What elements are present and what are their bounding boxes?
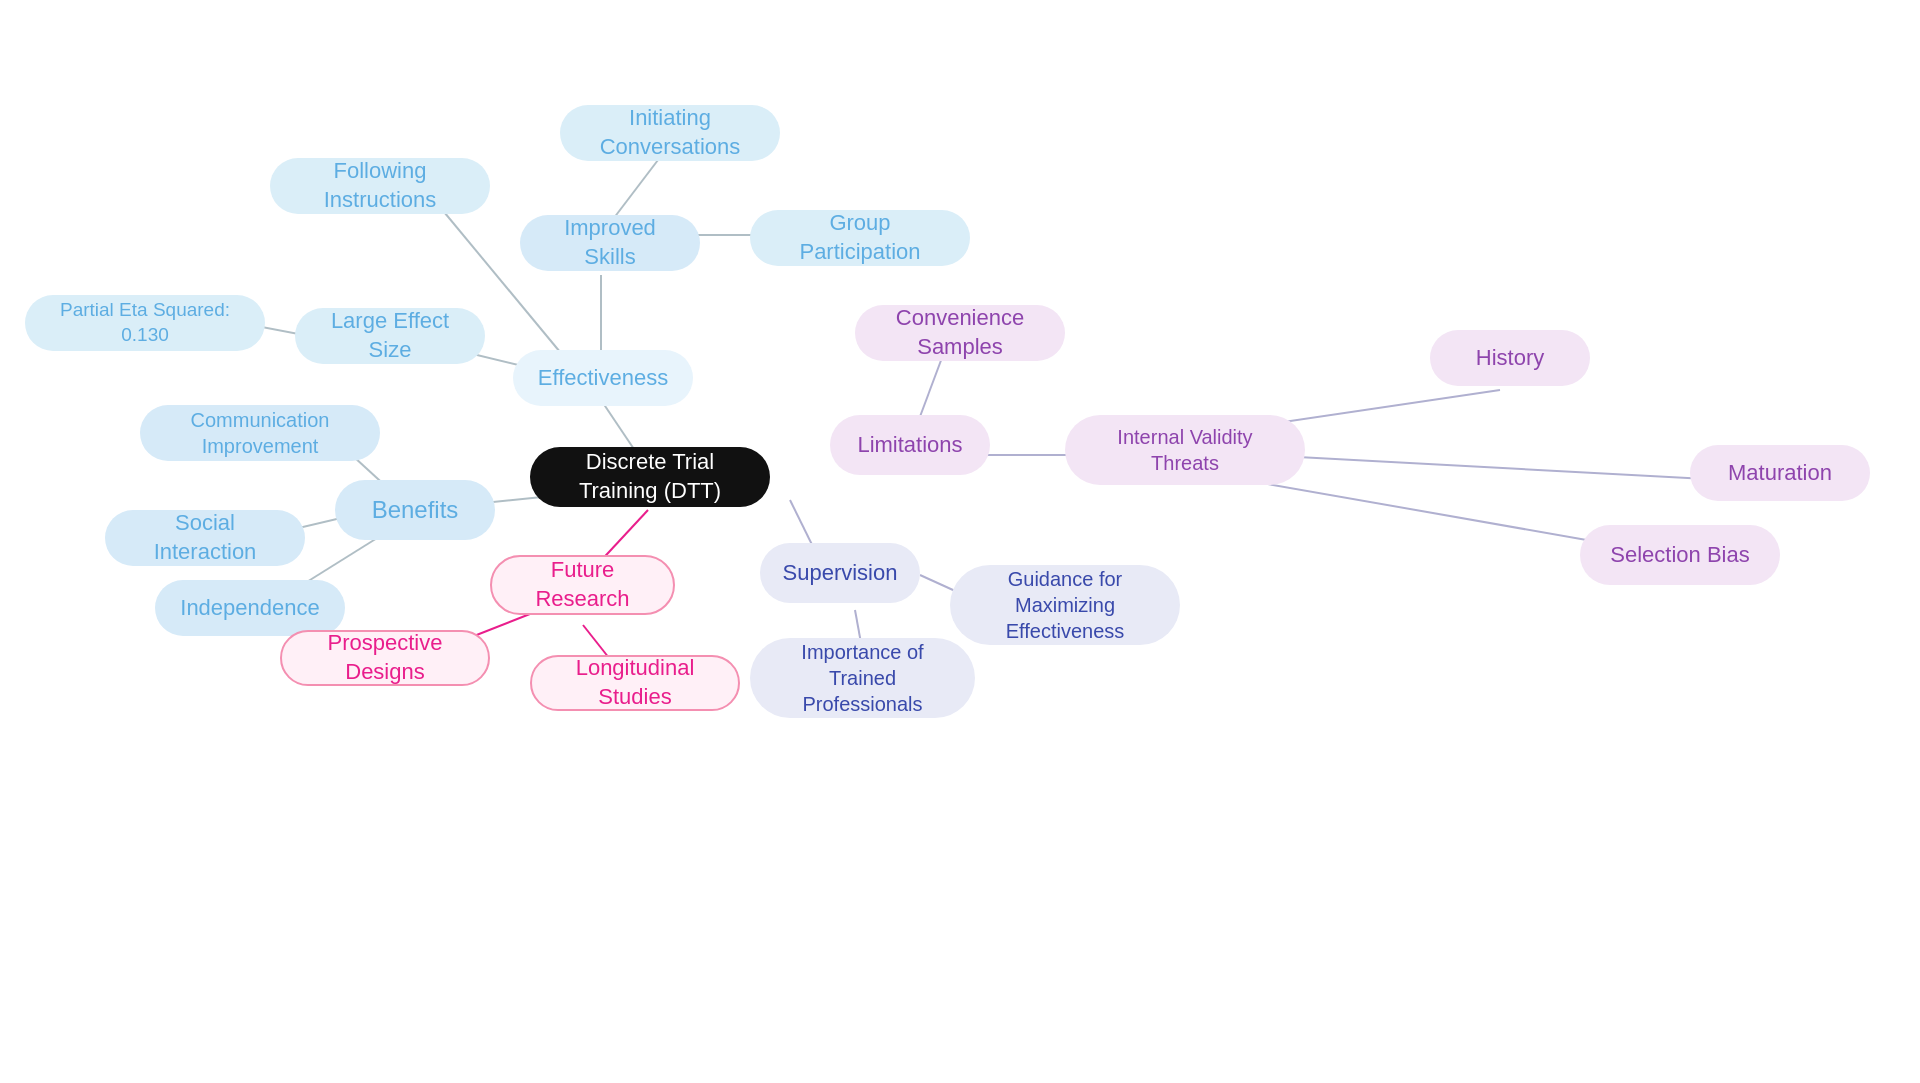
svg-line-19 bbox=[1245, 480, 1615, 545]
social-interaction-node: Social Interaction bbox=[105, 510, 305, 566]
importance-professionals-node: Importance of Trained Professionals bbox=[750, 638, 975, 718]
maturation-node: Maturation bbox=[1690, 445, 1870, 501]
history-node: History bbox=[1430, 330, 1590, 386]
longitudinal-studies-node: Longitudinal Studies bbox=[530, 655, 740, 711]
supervision-node: Supervision bbox=[760, 543, 920, 603]
initiating-conversations-node: Initiating Conversations bbox=[560, 105, 780, 161]
large-effect-size-node: Large Effect Size bbox=[295, 308, 485, 364]
group-participation-node: Group Participation bbox=[750, 210, 970, 266]
internal-validity-threats-node: Internal Validity Threats bbox=[1065, 415, 1305, 485]
partial-eta-node: Partial Eta Squared: 0.130 bbox=[25, 295, 265, 351]
center-node: Discrete Trial Training (DTT) bbox=[530, 447, 770, 507]
improved-skills-node: Improved Skills bbox=[520, 215, 700, 271]
independence-node: Independence bbox=[155, 580, 345, 636]
svg-line-18 bbox=[1260, 455, 1725, 480]
effectiveness-node: Effectiveness bbox=[513, 350, 693, 406]
convenience-samples-node: Convenience Samples bbox=[855, 305, 1065, 361]
limitations-node: Limitations bbox=[830, 415, 990, 475]
communication-improvement-node: Communication Improvement bbox=[140, 405, 380, 461]
following-instructions-node: Following Instructions bbox=[270, 158, 490, 214]
guidance-node: Guidance for Maximizing Effectiveness bbox=[950, 565, 1180, 645]
prospective-designs-node: Prospective Designs bbox=[280, 630, 490, 686]
future-research-node: Future Research bbox=[490, 555, 675, 615]
selection-bias-node: Selection Bias bbox=[1580, 525, 1780, 585]
benefits-node: Benefits bbox=[335, 480, 495, 540]
